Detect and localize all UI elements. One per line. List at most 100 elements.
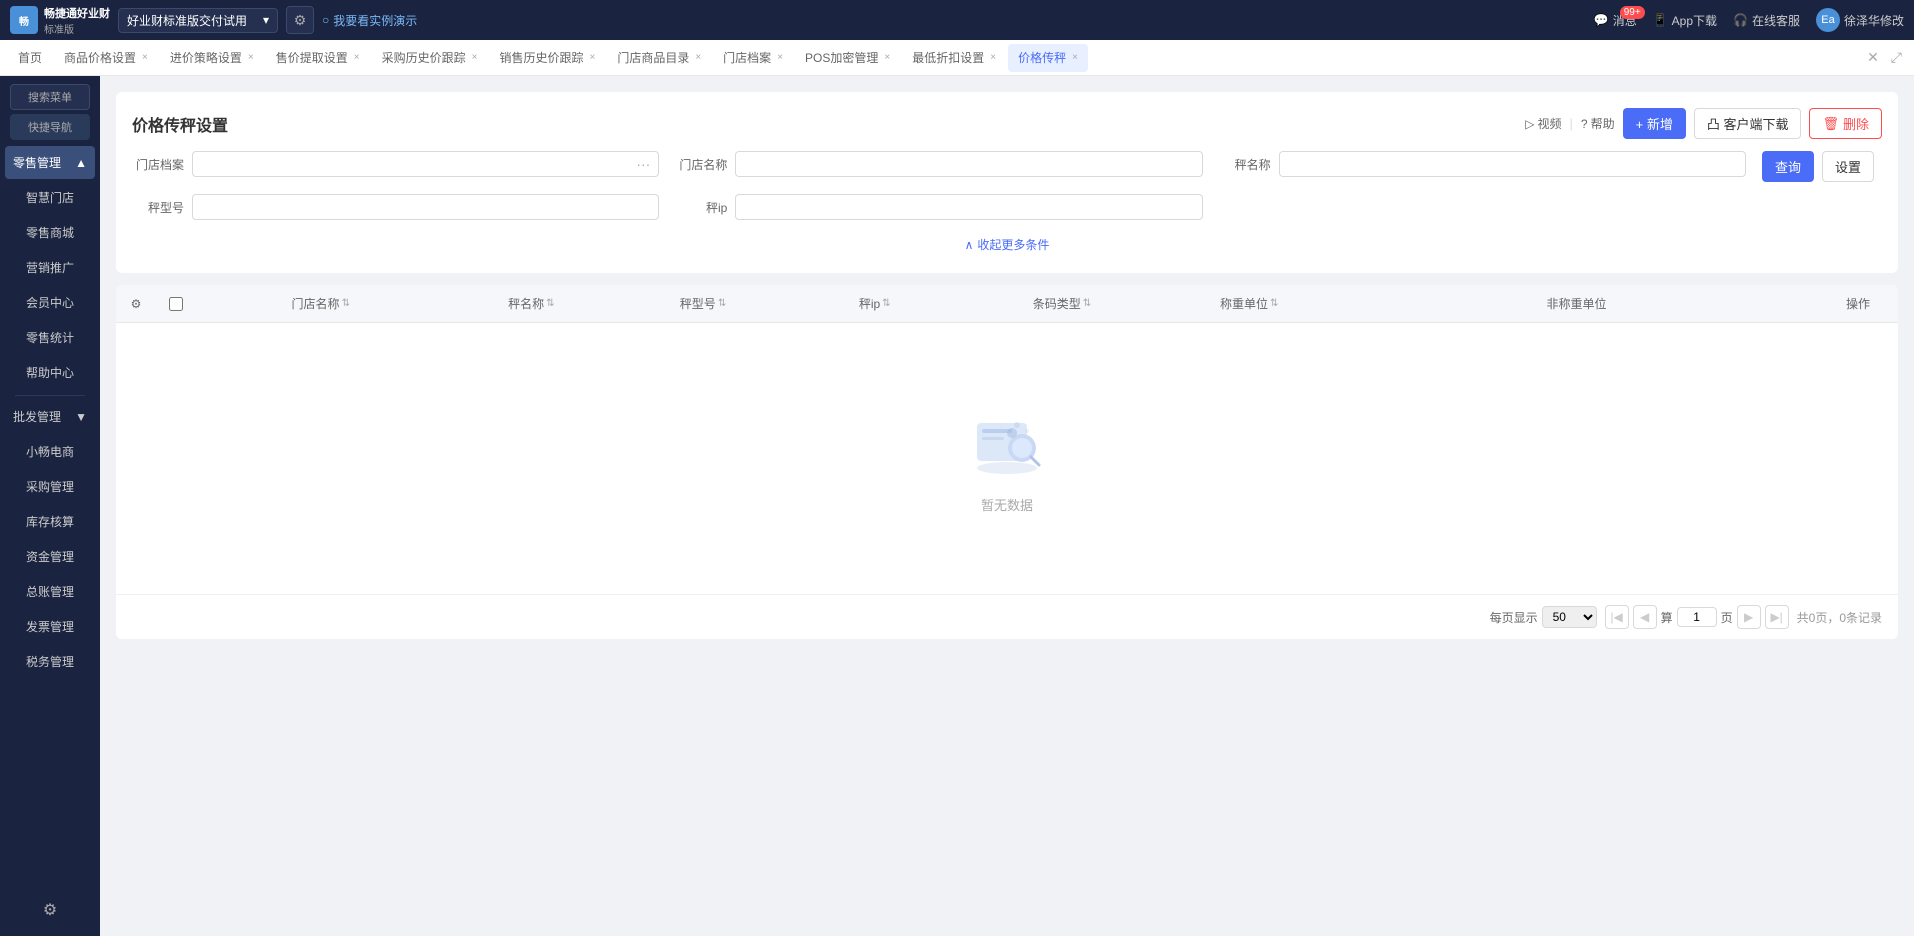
th-checkbox[interactable] bbox=[156, 285, 196, 322]
topbar-settings-button[interactable]: ⚙ bbox=[286, 6, 314, 34]
sidebar-item-label: 零售管理 bbox=[13, 154, 61, 171]
sidebar-item-wholesale-mgmt[interactable]: 批发管理 ▼ bbox=[5, 400, 95, 433]
tab-bar-actions: ✕ ⤢ bbox=[1863, 47, 1906, 68]
sort-icon: ⇅ bbox=[718, 298, 726, 309]
close-icon[interactable]: × bbox=[142, 52, 148, 63]
sidebar-divider bbox=[15, 395, 85, 396]
store-name-input[interactable] bbox=[735, 151, 1202, 177]
query-button[interactable]: 查询 bbox=[1762, 151, 1814, 182]
main-layout: 搜索菜单 快捷导航 零售管理 ▲ 智慧门店 零售商城 营销推广 会员中心 零售统… bbox=[0, 76, 1914, 936]
close-icon[interactable]: × bbox=[777, 52, 783, 63]
close-icon[interactable]: × bbox=[884, 52, 890, 63]
store-profile-field: 门店档案 ··· bbox=[132, 151, 659, 177]
sidebar-item-finance[interactable]: 资金管理 bbox=[5, 540, 95, 573]
sidebar-settings-button[interactable]: ⚙ bbox=[35, 892, 65, 928]
scale-ip-field: 秤ip bbox=[675, 194, 1202, 220]
dropdown-arrow-icon: ▾ bbox=[263, 13, 269, 27]
store-profile-input[interactable] bbox=[193, 152, 628, 176]
tab-store-catalog[interactable]: 门店商品目录 × bbox=[607, 44, 711, 72]
sidebar-item-inventory[interactable]: 库存核算 bbox=[5, 505, 95, 538]
tab-close-button[interactable]: ✕ bbox=[1863, 47, 1883, 68]
sidebar-item-xiaochange-ecom[interactable]: 小畅电商 bbox=[5, 435, 95, 468]
tab-min-discount[interactable]: 最低折扣设置 × bbox=[902, 44, 1006, 72]
close-icon[interactable]: × bbox=[589, 52, 595, 63]
tab-purchase-strategy[interactable]: 进价策略设置 × bbox=[160, 44, 264, 72]
th-settings[interactable]: ⚙ bbox=[116, 285, 156, 322]
last-page-button[interactable]: ▶| bbox=[1765, 605, 1789, 629]
close-icon[interactable]: × bbox=[695, 52, 701, 63]
close-icon[interactable]: × bbox=[354, 52, 360, 63]
store-profile-dots-button[interactable]: ··· bbox=[628, 156, 658, 172]
user-menu-button[interactable]: Ea 徐泽华修改 bbox=[1816, 8, 1904, 32]
quick-nav-button[interactable]: 快捷导航 bbox=[10, 114, 90, 140]
delete-button[interactable]: 🗑 删除 bbox=[1809, 108, 1882, 139]
sidebar-item-marketing[interactable]: 营销推广 bbox=[5, 251, 95, 284]
app-download-button[interactable]: 📱 App下载 bbox=[1653, 12, 1717, 29]
tab-purchase-history[interactable]: 采购历史价跟踪 × bbox=[372, 44, 488, 72]
sidebar-item-label: 智慧门店 bbox=[26, 189, 74, 206]
page-size-select[interactable]: 20 50 100 200 bbox=[1542, 606, 1597, 628]
sidebar-item-general-ledger[interactable]: 总账管理 bbox=[5, 575, 95, 608]
online-service-button[interactable]: 🎧 在线客服 bbox=[1733, 12, 1800, 29]
sidebar-item-label: 营销推广 bbox=[26, 259, 74, 276]
scale-ip-input[interactable] bbox=[735, 194, 1202, 220]
close-icon[interactable]: × bbox=[990, 52, 996, 63]
video-link[interactable]: ▷ 视频 bbox=[1525, 115, 1561, 132]
version-selector[interactable]: 好业财标准版交付试用 ▾ bbox=[118, 8, 278, 33]
arrow-up-icon: ▲ bbox=[75, 156, 87, 170]
close-icon[interactable]: × bbox=[1072, 52, 1078, 63]
th-weight-unit: 称重单位 ⇅ bbox=[1163, 285, 1335, 322]
search-menu-button[interactable]: 搜索菜单 bbox=[10, 84, 90, 110]
filter-row-1: 门店档案 ··· 门店名称 秤名称 bbox=[132, 151, 1882, 182]
top-bar-right: 💬 消息 99+ 📱 App下载 🎧 在线客服 Ea 徐泽华修改 bbox=[1594, 8, 1904, 32]
store-profile-input-wrapper: ··· bbox=[192, 151, 659, 177]
sidebar-item-label: 帮助中心 bbox=[26, 364, 74, 381]
th-scale-model: 秤型号 ⇅ bbox=[617, 285, 789, 322]
tab-store-profile[interactable]: 门店档案 × bbox=[713, 44, 793, 72]
close-icon[interactable]: × bbox=[472, 52, 478, 63]
th-scale-ip: 秤ip ⇅ bbox=[789, 285, 961, 322]
scale-model-input[interactable] bbox=[192, 194, 659, 220]
sidebar-item-smart-store[interactable]: 智慧门店 bbox=[5, 181, 95, 214]
sidebar-item-retail-mall[interactable]: 零售商城 bbox=[5, 216, 95, 249]
prev-page-button[interactable]: ◀ bbox=[1633, 605, 1657, 629]
setup-button[interactable]: 设置 bbox=[1822, 151, 1874, 182]
messages-button[interactable]: 💬 消息 99+ bbox=[1594, 12, 1637, 29]
collapse-bar[interactable]: ∧ 收起更多条件 bbox=[132, 232, 1882, 257]
tab-price-scale[interactable]: 价格传秤 × bbox=[1008, 44, 1088, 72]
sidebar-item-help-center[interactable]: 帮助中心 bbox=[5, 356, 95, 389]
top-bar-left: 畅 畅捷通好业财 标准版 好业财标准版交付试用 ▾ ⚙ ○ 我要看实例演示 bbox=[10, 5, 417, 36]
next-page-button[interactable]: ▶ bbox=[1737, 605, 1761, 629]
page-input[interactable] bbox=[1677, 607, 1717, 627]
sidebar-item-member-center[interactable]: 会员中心 bbox=[5, 286, 95, 319]
sidebar-item-purchase-mgmt[interactable]: 采购管理 bbox=[5, 470, 95, 503]
scale-model-field: 秤型号 bbox=[132, 194, 659, 220]
collapse-up-icon: ∧ bbox=[965, 238, 974, 252]
add-button[interactable]: + 新增 bbox=[1623, 108, 1686, 139]
sidebar-item-label: 会员中心 bbox=[26, 294, 74, 311]
tab-home[interactable]: 首页 bbox=[8, 44, 52, 72]
help-link[interactable]: ? 帮助 bbox=[1581, 115, 1615, 132]
close-icon[interactable]: × bbox=[248, 52, 254, 63]
store-name-label: 门店名称 bbox=[675, 156, 727, 173]
scale-name-input[interactable] bbox=[1279, 151, 1746, 177]
filter-actions: 查询 设置 bbox=[1762, 151, 1882, 182]
first-page-button[interactable]: |◀ bbox=[1605, 605, 1629, 629]
th-scale-name: 秤名称 ⇅ bbox=[446, 285, 618, 322]
tab-price-settings[interactable]: 商品价格设置 × bbox=[54, 44, 158, 72]
tab-maximize-button[interactable]: ⤢ bbox=[1887, 47, 1906, 68]
sort-icon: ⇅ bbox=[882, 298, 890, 309]
sidebar-item-label: 采购管理 bbox=[26, 478, 74, 495]
demo-link[interactable]: ○ 我要看实例演示 bbox=[322, 12, 417, 29]
download-client-button[interactable]: 凸 客户端下载 bbox=[1694, 108, 1802, 139]
sidebar-item-tax-mgmt[interactable]: 税务管理 bbox=[5, 645, 95, 678]
select-all-checkbox[interactable] bbox=[169, 297, 183, 311]
sidebar: 搜索菜单 快捷导航 零售管理 ▲ 智慧门店 零售商城 营销推广 会员中心 零售统… bbox=[0, 76, 100, 936]
tab-pos-encrypt[interactable]: POS加密管理 × bbox=[795, 44, 900, 72]
sidebar-item-retail-stats[interactable]: 零售统计 bbox=[5, 321, 95, 354]
sidebar-item-invoice-mgmt[interactable]: 发票管理 bbox=[5, 610, 95, 643]
page-content: 价格传秤设置 ▷ 视频 | ? 帮助 + 新增 bbox=[100, 76, 1914, 936]
tab-sales-history[interactable]: 销售历史价跟踪 × bbox=[489, 44, 605, 72]
tab-sale-price[interactable]: 售价提取设置 × bbox=[266, 44, 370, 72]
sidebar-item-retail-mgmt[interactable]: 零售管理 ▲ bbox=[5, 146, 95, 179]
